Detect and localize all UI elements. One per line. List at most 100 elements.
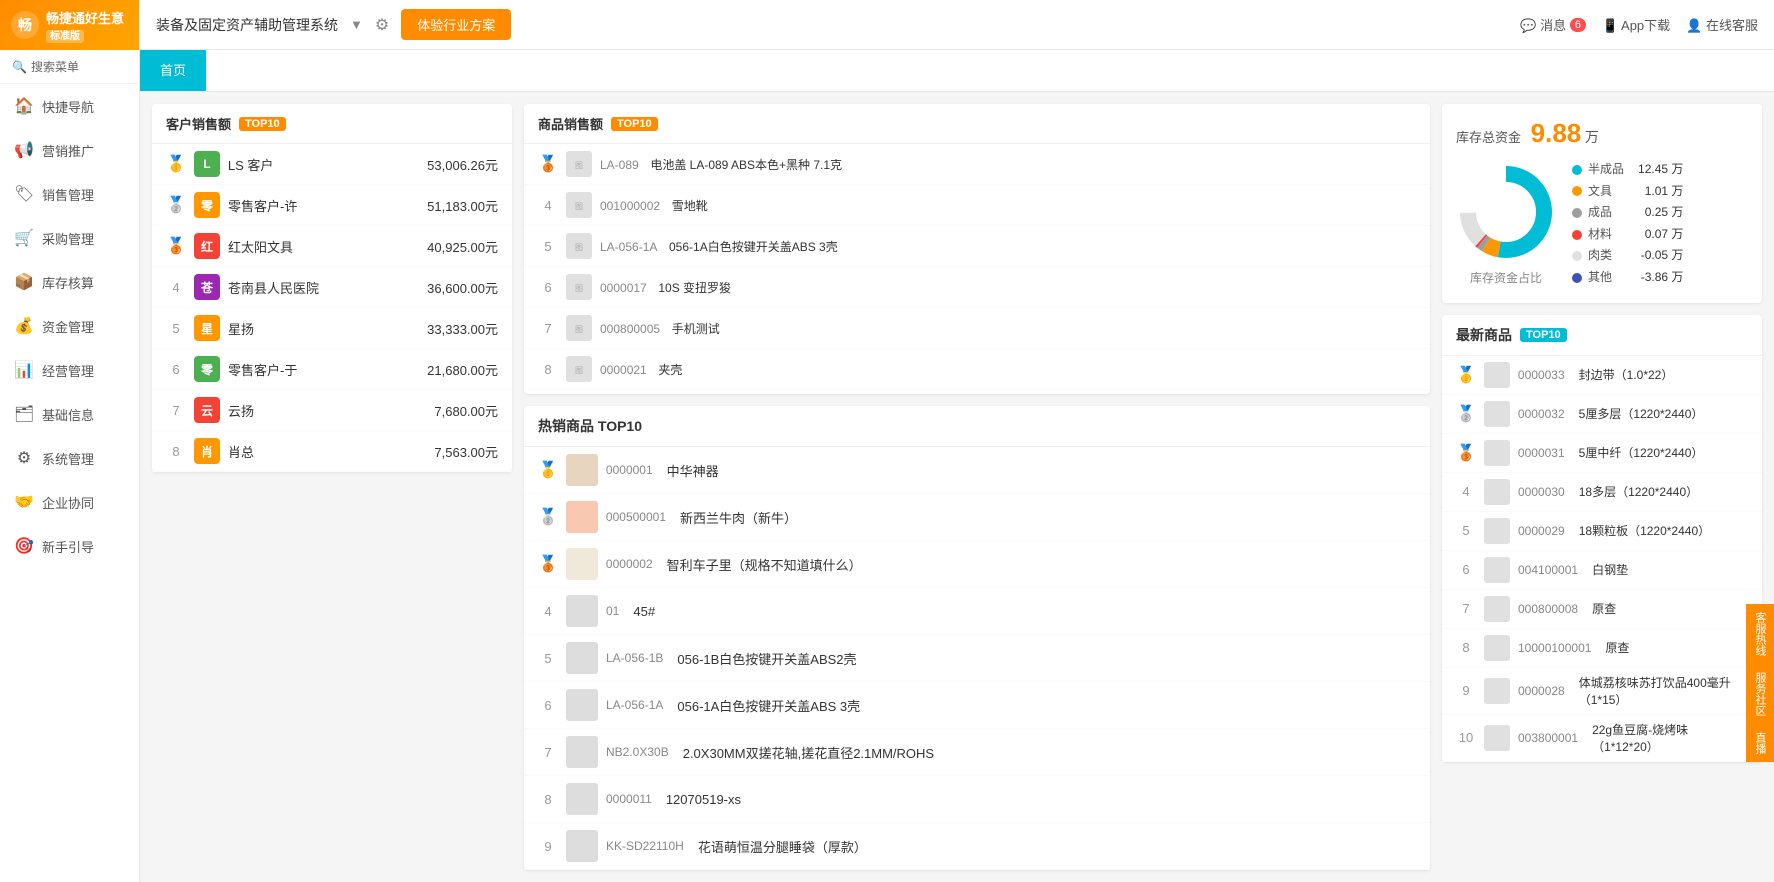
header-actions: 💬 消息 6 📱 App下载 👤 在线客服 [1520, 15, 1758, 34]
trial-button[interactable]: 体验行业方案 [401, 9, 511, 40]
svg-text:图: 图 [575, 161, 583, 170]
newest-product-row: 🥈 0000032 5厘多层（1220*2440） [1442, 395, 1762, 434]
svg-text:图: 图 [575, 366, 583, 375]
sidebar-item-purchase[interactable]: 🛒 采购管理 [0, 216, 139, 260]
newest-product-row: 10 003800001 22g鱼豆腐-烧烤味（1*12*20） [1442, 715, 1762, 762]
customer-value: 40,925.00元 [427, 237, 498, 256]
hot-product-row: 6 LA-056-1A 056-1A白色按键开关盖ABS 3壳 [524, 682, 1430, 729]
product-thumbnail: 图 [566, 315, 592, 341]
hot-product-row: 7 NB2.0X30B 2.0X30MM双搓花轴,搓花直径2.1MM/ROHS [524, 729, 1430, 776]
online-service-btn[interactable]: 👤 在线客服 [1686, 15, 1758, 34]
product-thumbnail: 图 [566, 151, 592, 177]
legend-dot [1572, 186, 1582, 196]
product-info: 001000002 雪地靴 [600, 197, 1416, 214]
newest-product-row: 7 000800008 原查 [1442, 590, 1762, 629]
dropdown-icon[interactable]: ▼ [350, 17, 363, 32]
tab-home[interactable]: 首页 [140, 50, 206, 91]
newest-product-img [1484, 362, 1510, 388]
svg-text:图: 图 [575, 325, 583, 334]
product-rank-row: 9 图 LA-59651-1B 59651-1B旋转投影灯电池盒ABS黑色+58… [524, 390, 1430, 394]
product-ranking-list: 🥉 图 LA-089 电池盖 LA-089 ABS本色+黑种 7.1克 4 [524, 144, 1430, 394]
newest-product-img [1484, 440, 1510, 466]
sidebar-item-quick-nav[interactable]: 🏠 快捷导航 [0, 84, 139, 128]
inventory-panel: 库存总资金 9.88 万 [1442, 104, 1762, 303]
customer-name: LS 客户 [228, 155, 419, 174]
float-btn-live[interactable]: 直播 [1746, 724, 1774, 762]
hot-product-row: 🥈 000500001 新西兰牛肉（新牛） [524, 494, 1430, 541]
product-thumbnail: 图 [566, 356, 592, 382]
customer-rank-row: 4 苍 苍南县人民医院 36,600.00元 [152, 267, 512, 308]
hot-products-panel: 热销商品 TOP10 🥇 0000001 中华神器 🥈 000500001 [524, 406, 1430, 870]
left-column: 客户销售额 TOP10 🥇 L LS 客户 53,006.26元 [152, 104, 512, 870]
settings-icon[interactable]: ⚙ [375, 15, 389, 35]
donut-legend: 半成品 12.45 万 文具 1.01 万 [1572, 159, 1683, 289]
product-ranking-panel: 商品销售额 TOP10 🥉 图 LA-089 电池盖 LA-089 ABS本色+… [524, 104, 1430, 394]
hot-product-row: 9 KK-SD22110H 花语萌恒温分腿睡袋（厚款） [524, 823, 1430, 870]
sidebar-item-system[interactable]: ⚙ 系统管理 [0, 436, 139, 480]
sidebar-item-inventory[interactable]: 📦 库存核算 [0, 260, 139, 304]
logo-text: 畅捷通好生意 标准版 [46, 8, 124, 42]
sidebar-item-basic-info[interactable]: 🗂 基础信息 [0, 392, 139, 436]
medal-bronze: 🥉 [538, 554, 558, 574]
hot-product-img [566, 736, 598, 768]
sidebar-item-marketing[interactable]: 📢 营销推广 [0, 128, 139, 172]
float-buttons: 客服热线 服务社区 直播 [1746, 604, 1774, 762]
newest-product-row: 🥇 0000033 封边带（1.0*22） [1442, 356, 1762, 395]
hot-product-row: 4 01 45# [524, 588, 1430, 635]
sidebar-nav: 🏠 快捷导航 📢 营销推广 🏷 销售管理 🛒 采购管理 📦 库存核算 💰 资金管… [0, 84, 139, 882]
system-icon: ⚙ [14, 448, 34, 468]
product-ranking-header: 商品销售额 TOP10 [524, 104, 1430, 144]
medal-gold: 🥇 [1456, 365, 1476, 385]
legend-item: 文具 1.01 万 [1572, 181, 1683, 203]
customer-rank-row: 5 星 星扬 33,333.00元 [152, 308, 512, 349]
customer-avatar: 苍 [194, 274, 220, 300]
sidebar-item-operations[interactable]: 📊 经营管理 [0, 348, 139, 392]
customer-avatar: 零 [194, 192, 220, 218]
newest-product-img [1484, 725, 1510, 751]
newest-product-img [1484, 518, 1510, 544]
sidebar: 畅 畅捷通好生意 标准版 🔍 搜索菜单 🏠 快捷导航 📢 营销推广 🏷 销售管理… [0, 0, 140, 882]
customer-ranking-title: 客户销售额 [166, 114, 231, 133]
customer-rank-row: 8 肖 肖总 7,563.00元 [152, 431, 512, 472]
hot-products-list: 🥇 0000001 中华神器 🥈 000500001 新西兰牛肉（新牛） [524, 447, 1430, 870]
newest-product-img [1484, 479, 1510, 505]
float-btn-community[interactable]: 服务社区 [1746, 664, 1774, 724]
customer-rank-row: 6 零 零售客户-于 21,680.00元 [152, 349, 512, 390]
inventory-icon: 📦 [14, 272, 34, 292]
hot-product-img [566, 501, 598, 533]
sidebar-item-finance[interactable]: 💰 资金管理 [0, 304, 139, 348]
hot-product-img [566, 830, 598, 862]
sidebar-item-sales[interactable]: 🏷 销售管理 [0, 172, 139, 216]
newest-product-img [1484, 401, 1510, 427]
product-thumbnail: 图 [566, 192, 592, 218]
sidebar-item-guide[interactable]: 🎯 新手引导 [0, 524, 139, 568]
customer-name: 零售客户-许 [228, 196, 419, 215]
product-rank-row: 5 图 LA-056-1A 056-1A白色按键开关盖ABS 3壳 [524, 226, 1430, 267]
legend-item: 成品 0.25 万 [1572, 202, 1683, 224]
purchase-icon: 🛒 [14, 228, 34, 248]
system-title: 装备及固定资产辅助管理系统 [156, 15, 338, 35]
hot-product-row: 8 0000011 12070519-xs [524, 776, 1430, 823]
notifications-btn[interactable]: 💬 消息 6 [1520, 15, 1586, 34]
sidebar-item-cooperation[interactable]: 🤝 企业协同 [0, 480, 139, 524]
app-download-btn[interactable]: 📱 App下载 [1602, 15, 1670, 34]
hot-products-header: 热销商品 TOP10 [524, 406, 1430, 447]
medal-silver: 🥈 [1456, 404, 1476, 424]
cooperation-icon: 🤝 [14, 492, 34, 512]
newest-products-panel: 最新商品 TOP10 🥇 0000033 封边带（1.0*22） [1442, 315, 1762, 762]
rank-num: 🥉 [166, 236, 186, 256]
medal-silver: 🥈 [538, 507, 558, 527]
svg-text:图: 图 [575, 202, 583, 211]
product-info: LA-056-1A 056-1A白色按键开关盖ABS 3壳 [600, 238, 1416, 255]
legend-item: 其他 -3.86 万 [1572, 267, 1683, 289]
operations-icon: 📊 [14, 360, 34, 380]
donut-chart-container: 库存资金占比 半成品 12.45 万 文具 [1456, 159, 1748, 289]
product-rank-row: 8 图 0000021 夹壳 [524, 349, 1430, 390]
svg-text:图: 图 [575, 284, 583, 293]
float-btn-service[interactable]: 客服热线 [1746, 604, 1774, 664]
logo-icon: 畅 [10, 10, 40, 40]
search-menu[interactable]: 🔍 搜索菜单 [0, 50, 139, 84]
customer-rank-row: 🥇 L LS 客户 53,006.26元 [152, 144, 512, 185]
newest-products-header: 最新商品 TOP10 [1442, 315, 1762, 356]
product-info: 0000017 10S 变扭罗狻 [600, 279, 1416, 296]
